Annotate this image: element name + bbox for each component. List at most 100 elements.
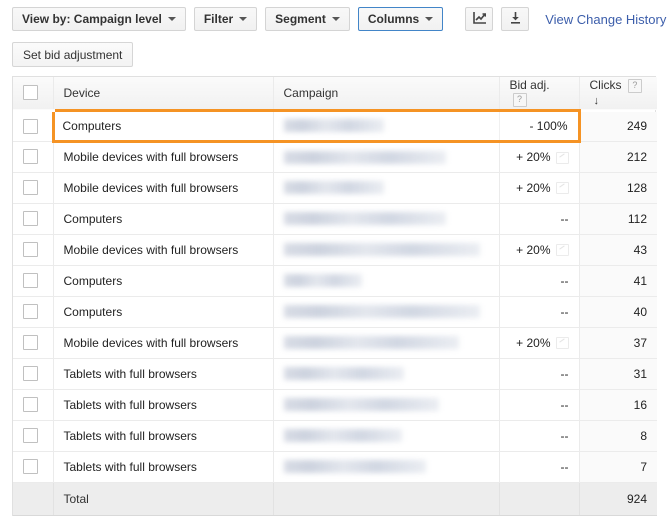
toolbar: View by: Campaign level Filter Segment C… bbox=[0, 0, 668, 38]
bid-adj-cell[interactable]: -- bbox=[499, 296, 580, 328]
bid-adj-cell[interactable]: -- bbox=[499, 203, 580, 235]
bid-adj-value: -- bbox=[560, 366, 569, 381]
clicks-header-label: Clicks bbox=[589, 78, 622, 93]
table-row[interactable]: Mobile devices with full browsers + 20% 43 bbox=[13, 234, 657, 266]
clicks-cell: 212 bbox=[579, 141, 657, 173]
clicks-header[interactable]: Clicks ? ↓ bbox=[579, 77, 657, 111]
campaign-cell bbox=[273, 265, 500, 297]
table-header-row: Device Campaign Bid adj. ? Clicks ? ↓ bbox=[13, 77, 657, 111]
bid-adj-value: -- bbox=[560, 304, 569, 319]
campaign-cell bbox=[273, 451, 500, 483]
row-checkbox[interactable] bbox=[23, 273, 38, 289]
device-cell: Tablets with full browsers bbox=[53, 389, 274, 421]
edit-icon[interactable] bbox=[555, 182, 569, 195]
table-row[interactable]: Computers -- 40 bbox=[13, 296, 657, 328]
columns-button[interactable]: Columns bbox=[357, 7, 444, 31]
table-header: Device Campaign Bid adj. ? Clicks ? ↓ bbox=[13, 77, 657, 111]
bid-adj-cell[interactable]: -- bbox=[499, 451, 580, 483]
chart-view-button[interactable] bbox=[465, 7, 494, 31]
table-row[interactable]: Computers -- 112 bbox=[13, 203, 657, 235]
row-checkbox-cell bbox=[13, 358, 54, 390]
table-row[interactable]: Mobile devices with full browsers + 20% 12… bbox=[13, 172, 657, 204]
row-checkbox-cell bbox=[13, 172, 54, 204]
campaign-cell bbox=[273, 108, 500, 143]
view-by-button[interactable]: View by: Campaign level bbox=[12, 7, 186, 31]
bid-adj-cell[interactable]: + 20% bbox=[499, 234, 580, 266]
bid-adj-value: -- bbox=[560, 459, 569, 474]
segment-button[interactable]: Segment bbox=[265, 7, 350, 31]
clicks-cell: 37 bbox=[579, 327, 657, 359]
table-row[interactable]: Computers -- 41 bbox=[13, 265, 657, 297]
table-row[interactable]: Tablets with full browsers -- 8 bbox=[13, 420, 657, 452]
device-cell: Tablets with full browsers bbox=[53, 451, 274, 483]
bid-adj-value: + 20% bbox=[516, 180, 551, 195]
edit-icon[interactable] bbox=[555, 337, 569, 350]
set-bid-adjustment-button[interactable]: Set bid adjustment bbox=[12, 42, 134, 67]
bid-adj-cell[interactable]: + 20% bbox=[499, 327, 580, 359]
bid-adj-cell[interactable]: -- bbox=[499, 389, 580, 421]
row-checkbox[interactable] bbox=[23, 180, 38, 196]
select-all-checkbox[interactable] bbox=[23, 85, 38, 101]
row-checkbox[interactable] bbox=[23, 428, 38, 444]
row-checkbox[interactable] bbox=[23, 211, 38, 227]
bid-adj-cell[interactable]: + 20% bbox=[499, 172, 580, 204]
table-row[interactable]: Tablets with full browsers -- 31 bbox=[13, 358, 657, 390]
row-checkbox[interactable] bbox=[23, 335, 38, 351]
device-cell: Mobile devices with full browsers bbox=[53, 172, 274, 204]
device-cell: Mobile devices with full browsers bbox=[53, 327, 274, 359]
device-header[interactable]: Device bbox=[53, 77, 274, 111]
device-cell: Computers bbox=[51, 108, 274, 143]
table-row[interactable]: Mobile devices with full browsers + 20% 37 bbox=[13, 327, 657, 359]
edit-icon[interactable] bbox=[555, 151, 569, 164]
redacted-campaign-name bbox=[283, 305, 480, 318]
bid-adj-header[interactable]: Bid adj. ? bbox=[499, 77, 580, 111]
help-icon[interactable]: ? bbox=[627, 79, 642, 94]
row-checkbox[interactable] bbox=[23, 242, 38, 258]
row-checkbox[interactable] bbox=[23, 459, 38, 475]
redacted-campaign-name bbox=[283, 367, 404, 380]
campaign-cell bbox=[273, 203, 500, 235]
bid-adj-value: -- bbox=[560, 397, 569, 412]
table-row[interactable]: Tablets with full browsers -- 7 bbox=[13, 451, 657, 483]
row-checkbox[interactable] bbox=[23, 304, 38, 320]
device-cell: Computers bbox=[53, 265, 274, 297]
row-checkbox-cell bbox=[13, 420, 54, 452]
bid-adj-cell[interactable]: -- bbox=[499, 420, 580, 452]
chevron-down-icon bbox=[239, 17, 248, 21]
table-row[interactable]: Mobile devices with full browsers + 20% 21… bbox=[13, 141, 657, 173]
row-checkbox-cell bbox=[13, 296, 54, 328]
row-checkbox-cell bbox=[13, 327, 54, 359]
help-icon[interactable]: ? bbox=[512, 93, 527, 108]
campaign-cell bbox=[273, 420, 500, 452]
campaign-cell bbox=[273, 234, 500, 266]
bid-adj-value: -- bbox=[560, 211, 569, 226]
bid-adj-cell[interactable]: + 20% bbox=[499, 141, 580, 173]
device-cell: Mobile devices with full browsers bbox=[53, 141, 274, 173]
clicks-cell: 112 bbox=[579, 203, 657, 235]
row-checkbox[interactable] bbox=[23, 397, 38, 413]
bid-adj-cell[interactable]: -- bbox=[499, 358, 580, 390]
redacted-campaign-name bbox=[283, 429, 402, 442]
clicks-cell: 43 bbox=[579, 234, 657, 266]
bid-adj-cell[interactable]: -- bbox=[499, 265, 580, 297]
campaign-header[interactable]: Campaign bbox=[273, 77, 500, 111]
view-change-history-link[interactable]: View Change History bbox=[545, 12, 666, 27]
clicks-cell: 16 bbox=[579, 389, 657, 421]
row-checkbox[interactable] bbox=[23, 149, 38, 165]
filter-button[interactable]: Filter bbox=[193, 7, 258, 31]
bid-adj-value: -- bbox=[560, 273, 569, 288]
action-bar: Set bid adjustment bbox=[0, 38, 668, 76]
campaign-cell bbox=[273, 389, 500, 421]
table-row[interactable]: Tablets with full browsers -- 16 bbox=[13, 389, 657, 421]
row-checkbox[interactable] bbox=[23, 366, 38, 382]
sort-descending-icon[interactable]: ↓ bbox=[594, 95, 600, 107]
redacted-campaign-name bbox=[283, 150, 446, 164]
edit-icon[interactable] bbox=[555, 244, 569, 257]
row-checkbox[interactable] bbox=[23, 118, 38, 134]
clicks-cell: 31 bbox=[579, 358, 657, 390]
table-row[interactable]: Computers - 100% 249 bbox=[13, 108, 657, 143]
bid-adj-cell[interactable]: - 100% bbox=[499, 108, 581, 143]
download-button[interactable] bbox=[501, 7, 530, 31]
campaign-header-label: Campaign bbox=[283, 85, 339, 100]
clicks-cell: 8 bbox=[579, 420, 657, 452]
